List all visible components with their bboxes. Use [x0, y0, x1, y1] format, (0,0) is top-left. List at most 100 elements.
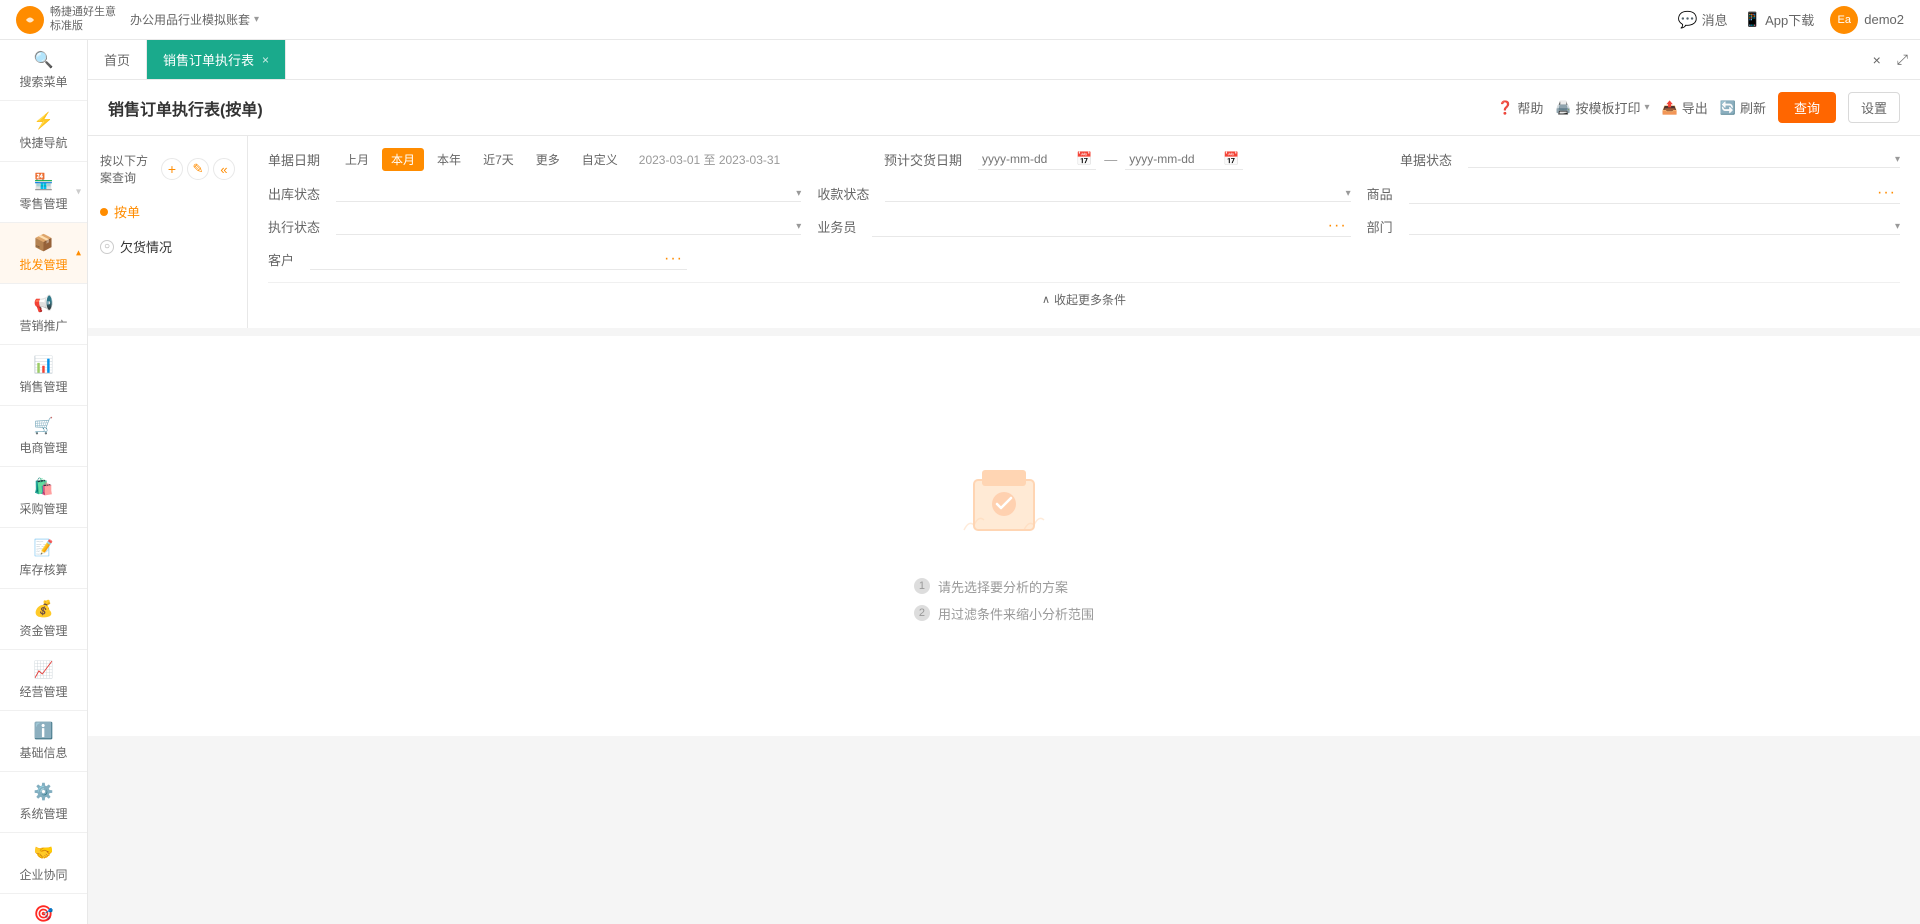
export-icon: 📤 [1662, 100, 1678, 116]
sidebar-item-purchase[interactable]: 🛍️ 采购管理 [0, 467, 87, 528]
date-end-input[interactable] [1129, 152, 1219, 166]
filter-sidebar-title: 按以下方案查询 + ✎ « [88, 148, 247, 194]
date-btn-thisyear[interactable]: 本年 [428, 148, 470, 171]
sidebar-item-search[interactable]: 🔍 搜索菜单 [0, 40, 87, 101]
refresh-button[interactable]: 🔄 刷新 [1720, 98, 1766, 117]
edit-scheme-button[interactable]: ✎ [187, 158, 209, 180]
sidebar-item-corp[interactable]: 🤝 企业协同 [0, 833, 87, 894]
exec-status-field: 执行状态 ▾ [268, 217, 801, 236]
customer-input[interactable] [314, 252, 660, 267]
sidebar-label-purchase: 采购管理 [19, 500, 67, 517]
collapse-sidebar-button[interactable]: « [213, 158, 235, 180]
sidebar-item-basicinfo[interactable]: ℹ️ 基础信息 [0, 711, 87, 772]
department-select[interactable]: ▾ [1409, 219, 1900, 235]
sidebar-item-marketing[interactable]: 📢 营销推广 [0, 284, 87, 345]
scheme-item-shortage[interactable]: ○ 欠货情况 [88, 229, 247, 264]
collapse-icon: « [220, 162, 227, 177]
ecommerce-icon: 🛒 [34, 416, 54, 436]
ship-status-label: 出库状态 [268, 184, 320, 203]
sidebar-item-inventory[interactable]: 📝 库存核算 [0, 528, 87, 589]
date-field: 单据日期 上月 本月 本年 近7天 更多 自定义 2023-03-01 至 20… [268, 148, 868, 171]
status-dropdown-icon: ▾ [1895, 154, 1900, 165]
settings-button[interactable]: 设置 [1848, 92, 1900, 123]
customer-more-button[interactable]: ··· [664, 251, 683, 267]
collapse-bar[interactable]: ∧ 收起更多条件 [268, 282, 1900, 316]
user-menu[interactable]: Ea demo2 [1830, 6, 1904, 34]
finance-icon: 💰 [34, 599, 54, 619]
logo-icon [16, 6, 44, 34]
tab-sales-order[interactable]: 销售订单执行表 × [147, 40, 286, 79]
sidebar-item-wholesale[interactable]: 📦 批发管理 ▴ [0, 223, 87, 284]
customer-input-wrap: ··· [310, 249, 687, 270]
industry-selector[interactable]: 办公用品行业模拟账套 ▾ [124, 9, 265, 30]
date-start-input[interactable] [982, 152, 1072, 166]
help-button[interactable]: ❓ 帮助 [1497, 98, 1543, 117]
date-btn-custom[interactable]: 自定义 [573, 148, 627, 171]
sidebar-item-ecommerce[interactable]: 🛒 电商管理 [0, 406, 87, 467]
sidebar-item-operations[interactable]: 📈 经营管理 [0, 650, 87, 711]
sidebar-label-basicinfo: 基础信息 [19, 744, 67, 761]
date-btn-7days[interactable]: 近7天 [474, 148, 523, 171]
tip-num-2: 2 [914, 605, 930, 621]
search-menu-icon: 🔍 [34, 50, 54, 70]
date-btn-more[interactable]: 更多 [527, 148, 569, 171]
add-scheme-button[interactable]: + [161, 158, 183, 180]
receive-status-select[interactable]: ▾ [885, 186, 1350, 202]
tip-num-1: 1 [914, 578, 930, 594]
goods-more-button[interactable]: ··· [1877, 185, 1896, 201]
page-header-actions: ❓ 帮助 🖨️ 按模板打印 ▾ 📤 导出 🔄 刷新 [1497, 92, 1900, 135]
tab-expand-button[interactable]: ⤢ [1893, 47, 1912, 72]
calendar-start-icon[interactable]: 📅 [1076, 151, 1092, 167]
messages-button[interactable]: 💬 消息 [1678, 10, 1728, 30]
print-button[interactable]: 🖨️ 按模板打印 ▾ [1555, 98, 1649, 117]
sidebar-item-guide[interactable]: 🎯 新手引导 [0, 894, 87, 924]
goods-input[interactable] [1413, 186, 1873, 201]
empty-tip-2: 2 用过滤条件来缩小分析范围 [914, 604, 1094, 623]
basicinfo-icon: ℹ️ [34, 721, 54, 741]
sidebar-label-wholesale: 批发管理 [19, 256, 67, 273]
salesperson-input[interactable] [876, 219, 1323, 234]
download-icon: 📱 [1744, 11, 1761, 28]
query-button[interactable]: 查询 [1778, 92, 1836, 123]
exec-status-select[interactable]: ▾ [336, 219, 801, 235]
sidebar-item-finance[interactable]: 💰 资金管理 [0, 589, 87, 650]
guide-icon: 🎯 [34, 904, 54, 924]
sidebar-item-sysmanage[interactable]: ⚙️ 系统管理 [0, 772, 87, 833]
corp-icon: 🤝 [34, 843, 54, 863]
header-left: 畅捷通好生意 标准版 办公用品行业模拟账套 ▾ [16, 6, 265, 34]
top-header: 畅捷通好生意 标准版 办公用品行业模拟账套 ▾ 💬 消息 📱 App下载 Ea … [0, 0, 1920, 40]
tab-close-button[interactable]: × [1869, 48, 1885, 72]
ship-status-select[interactable]: ▾ [336, 186, 801, 202]
date-btn-thismonth[interactable]: 本月 [382, 148, 424, 171]
scheme-item-order[interactable]: 按单 [88, 194, 247, 229]
app-download-button[interactable]: 📱 App下载 [1744, 10, 1815, 29]
logo-area: 畅捷通好生意 标准版 [16, 6, 116, 34]
tab-close-icon[interactable]: × [262, 53, 269, 67]
inventory-icon: 📝 [34, 538, 54, 558]
salesperson-more-button[interactable]: ··· [1328, 218, 1347, 234]
tab-home-label: 首页 [104, 50, 130, 69]
sidebar-item-sales[interactable]: 📊 销售管理 [0, 345, 87, 406]
sidebar-label-retail: 零售管理 [19, 195, 67, 212]
sysmanage-icon: ⚙️ [34, 782, 54, 802]
salesperson-input-wrap: ··· [872, 216, 1350, 237]
date-buttons: 上月 本月 本年 近7天 更多 自定义 [336, 148, 627, 171]
filter-main: 单据日期 上月 本月 本年 近7天 更多 自定义 2023-03-01 至 20… [248, 136, 1920, 328]
export-button[interactable]: 📤 导出 [1662, 98, 1708, 117]
filter-row-4: 客户 ··· [268, 249, 1900, 270]
calendar-end-icon[interactable]: 📅 [1223, 151, 1239, 167]
department-field: 部门 ▾ [1367, 217, 1900, 236]
tab-actions: × ⤢ [1861, 47, 1920, 72]
main-layout: 🔍 搜索菜单 ⚡ 快捷导航 🏪 零售管理 ▾ 📦 批发管理 ▴ 📢 营销推广 📊… [0, 40, 1920, 924]
filter-panel: 按以下方案查询 + ✎ « [88, 136, 1920, 328]
status-select[interactable]: ▾ [1468, 152, 1900, 168]
sidebar-item-retail[interactable]: 🏪 零售管理 ▾ [0, 162, 87, 223]
tab-home[interactable]: 首页 [88, 40, 147, 79]
empty-state: 1 请先选择要分析的方案 2 用过滤条件来缩小分析范围 [88, 336, 1920, 736]
date-btn-lastmonth[interactable]: 上月 [336, 148, 378, 171]
sidebar-label-operations: 经营管理 [19, 683, 67, 700]
wholesale-icon: 📦 [34, 233, 54, 253]
content-area: 首页 销售订单执行表 × × ⤢ 销售订单执行表(按单) ❓ 帮助 [88, 40, 1920, 924]
sidebar-item-quicknav[interactable]: ⚡ 快捷导航 [0, 101, 87, 162]
avatar: Ea [1830, 6, 1858, 34]
